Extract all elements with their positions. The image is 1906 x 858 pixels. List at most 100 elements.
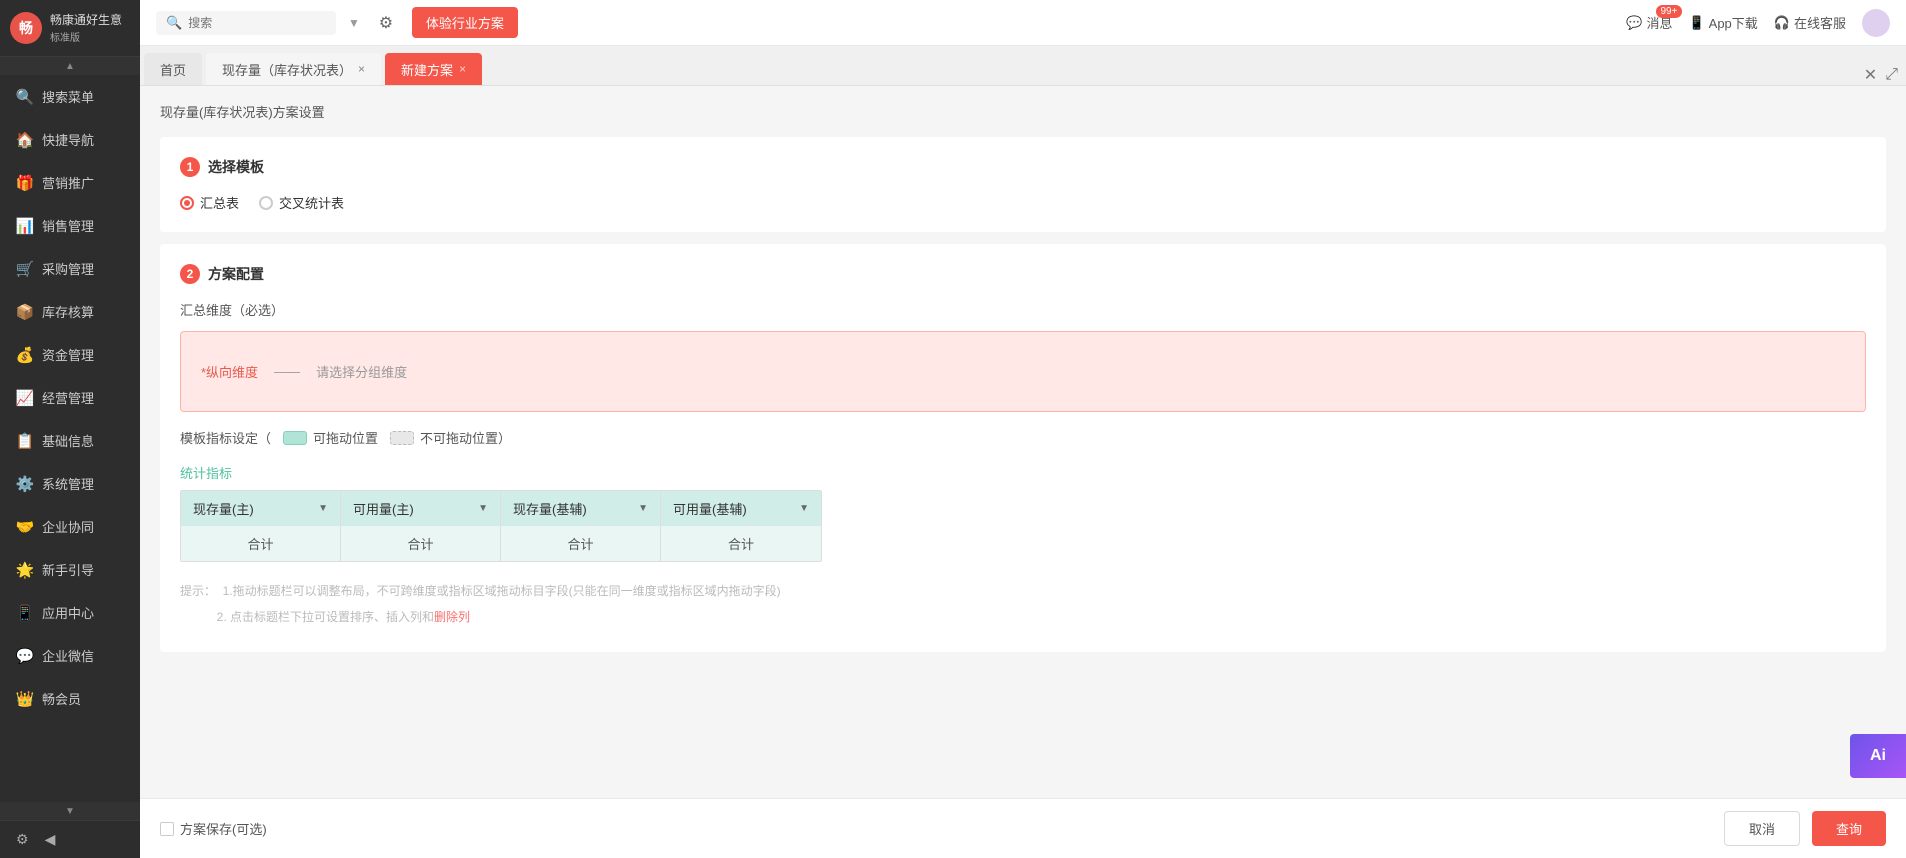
tabs-bar: 首页 现存量（库存状况表） × 新建方案 × ✕ ⤢ bbox=[140, 46, 1906, 86]
basic-info-icon: 📋 bbox=[16, 432, 34, 450]
audio-icon[interactable]: ◀ bbox=[45, 831, 56, 848]
app-download-btn[interactable]: 📱 App下载 bbox=[1688, 13, 1757, 32]
step1-num: 1 bbox=[180, 157, 200, 177]
search-input[interactable] bbox=[188, 16, 308, 30]
step2-num: 2 bbox=[180, 264, 200, 284]
sidebar-item-wechat[interactable]: 💬 企业微信 bbox=[0, 634, 140, 677]
sidebar-item-purchase[interactable]: 🛒 采购管理 bbox=[0, 247, 140, 290]
step2-title: 方案配置 bbox=[208, 264, 264, 284]
sidebar-item-inventory[interactable]: 📦 库存核算 bbox=[0, 290, 140, 333]
sidebar-item-finance[interactable]: 💰 资金管理 bbox=[0, 333, 140, 376]
dimension-required-label: *纵向维度 bbox=[201, 362, 258, 381]
sidebar-item-marketing[interactable]: 🎁 营销推广 bbox=[0, 161, 140, 204]
dimension-dash: —— bbox=[274, 364, 300, 379]
footer-buttons: 取消 查询 bbox=[1724, 811, 1886, 846]
non-draggable-box bbox=[390, 431, 414, 445]
logo-icon: 畅 bbox=[10, 12, 42, 44]
notification-btn[interactable]: 💬 消息 99+ bbox=[1626, 13, 1672, 32]
radio-summary[interactable]: 汇总表 bbox=[180, 193, 239, 212]
radio-cross[interactable]: 交叉统计表 bbox=[259, 193, 344, 212]
stats-data-col2: 合计 bbox=[341, 526, 501, 561]
col3-chevron[interactable]: ▼ bbox=[638, 503, 648, 514]
sidebar-item-system[interactable]: ⚙️ 系统管理 bbox=[0, 462, 140, 505]
tab-close-icon[interactable]: ✕ bbox=[1864, 65, 1877, 85]
dropdown-icon[interactable]: ▼ bbox=[348, 16, 360, 30]
search-menu-icon: 🔍 bbox=[16, 88, 34, 106]
headphone-icon: 🎧 bbox=[1774, 15, 1790, 31]
ai-fab-button[interactable]: Ai bbox=[1850, 734, 1906, 778]
tip-item-1: 提示： 1.拖动标题栏可以调整布局，不可跨维度或指标区域拖动标目字段(只能在同一… bbox=[180, 581, 1866, 603]
radio-label-cross: 交叉统计表 bbox=[279, 193, 344, 212]
vip-icon: 👑 bbox=[16, 690, 34, 708]
app-download-label: App下载 bbox=[1709, 13, 1758, 32]
sidebar-item-cooperation[interactable]: 🤝 企业协同 bbox=[0, 505, 140, 548]
cooperation-icon: 🤝 bbox=[16, 518, 34, 536]
sidebar-item-label: 新手引导 bbox=[42, 560, 94, 579]
col2-chevron[interactable]: ▼ bbox=[478, 503, 488, 514]
customer-service-btn[interactable]: 🎧 在线客服 bbox=[1774, 13, 1846, 32]
col1-label: 现存量(主) bbox=[193, 499, 254, 518]
col1-chevron[interactable]: ▼ bbox=[318, 503, 328, 514]
purchase-icon: 🛒 bbox=[16, 260, 34, 278]
sidebar-item-vip[interactable]: 👑 畅会员 bbox=[0, 677, 140, 720]
notification-badge: 99+ bbox=[1656, 5, 1683, 18]
tab-label: 新建方案 bbox=[401, 60, 453, 79]
step2-card: 2 方案配置 汇总维度（必选） *纵向维度 —— 请选择分组维度 模板指标设定（… bbox=[160, 244, 1886, 652]
search-icon: 🔍 bbox=[166, 15, 182, 31]
stats-header-col1[interactable]: 现存量(主) ▼ bbox=[181, 491, 341, 526]
col4-chevron[interactable]: ▼ bbox=[799, 503, 809, 514]
notification-icon: 💬 bbox=[1626, 15, 1642, 31]
stats-table: 现存量(主) ▼ 可用量(主) ▼ 现存量(基辅) ▼ 可用量(基辅) bbox=[180, 490, 822, 562]
tab-close-inventory[interactable]: × bbox=[358, 62, 365, 76]
sidebar-scroll-up[interactable]: ▲ bbox=[0, 57, 140, 75]
sidebar-item-sales[interactable]: 📊 销售管理 bbox=[0, 204, 140, 247]
stats-header-col3[interactable]: 现存量(基辅) ▼ bbox=[501, 491, 661, 526]
col2-label: 可用量(主) bbox=[353, 499, 414, 518]
cancel-button[interactable]: 取消 bbox=[1724, 811, 1800, 846]
avatar[interactable] bbox=[1862, 9, 1890, 37]
stats-data-col4: 合计 bbox=[661, 526, 821, 561]
sidebar-item-app-center[interactable]: 📱 应用中心 bbox=[0, 591, 140, 634]
quick-nav-icon: 🏠 bbox=[16, 131, 34, 149]
settings-icon[interactable]: ⚙ bbox=[16, 831, 29, 848]
stats-header-col2[interactable]: 可用量(主) ▼ bbox=[341, 491, 501, 526]
app-download-icon: 📱 bbox=[1688, 15, 1704, 31]
sidebar-item-basic-info[interactable]: 📋 基础信息 bbox=[0, 419, 140, 462]
sidebar-item-newcomer[interactable]: 🌟 新手引导 bbox=[0, 548, 140, 591]
step2-header: 2 方案配置 bbox=[180, 264, 1866, 284]
dimension-box[interactable]: *纵向维度 —— 请选择分组维度 bbox=[180, 331, 1866, 412]
sidebar-item-label: 系统管理 bbox=[42, 474, 94, 493]
sidebar-logo: 畅 畅康通好生意 标准版 bbox=[0, 0, 140, 57]
inventory-icon: 📦 bbox=[16, 303, 34, 321]
stats-header-col4[interactable]: 可用量(基辅) ▼ bbox=[661, 491, 821, 526]
draggable-indicator: 可拖动位置 bbox=[283, 428, 378, 447]
tab-home[interactable]: 首页 bbox=[144, 53, 202, 85]
sidebar-scroll-down[interactable]: ▼ bbox=[0, 802, 140, 820]
gear-icon[interactable]: ⚙ bbox=[372, 9, 400, 37]
tab-expand-icon[interactable]: ⤢ bbox=[1885, 66, 1898, 84]
newcomer-icon: 🌟 bbox=[16, 561, 34, 579]
step1-header: 1 选择模板 bbox=[180, 157, 1866, 177]
stats-data-col3: 合计 bbox=[501, 526, 661, 561]
sidebar-item-operation[interactable]: 📈 经营管理 bbox=[0, 376, 140, 419]
marketing-icon: 🎁 bbox=[16, 174, 34, 192]
tab-new-plan[interactable]: 新建方案 × bbox=[385, 53, 482, 85]
content-area: 现存量(库存状况表)方案设置 1 选择模板 汇总表 交叉统计表 2 bbox=[140, 86, 1906, 798]
sidebar-item-quick-nav[interactable]: 🏠 快捷导航 bbox=[0, 118, 140, 161]
step1-title: 选择模板 bbox=[208, 157, 264, 177]
search-box[interactable]: 🔍 bbox=[156, 11, 336, 35]
industry-btn[interactable]: 体验行业方案 bbox=[412, 7, 518, 38]
query-button[interactable]: 查询 bbox=[1812, 811, 1886, 846]
tab-close-new-plan[interactable]: × bbox=[459, 62, 466, 76]
save-checkbox[interactable] bbox=[160, 822, 174, 836]
sidebar-nav: 🔍 搜索菜单 🏠 快捷导航 🎁 营销推广 📊 销售管理 🛒 采购管理 📦 库存核… bbox=[0, 75, 140, 802]
save-option[interactable]: 方案保存(可选) bbox=[160, 819, 267, 838]
topbar-right: 💬 消息 99+ 📱 App下载 🎧 在线客服 bbox=[1626, 9, 1890, 37]
sidebar-item-search-menu[interactable]: 🔍 搜索菜单 bbox=[0, 75, 140, 118]
logo-name: 畅康通好生意 bbox=[50, 12, 122, 29]
sidebar-item-label: 销售管理 bbox=[42, 216, 94, 235]
tab-label: 首页 bbox=[160, 60, 186, 79]
draggable-label: 可拖动位置 bbox=[313, 428, 378, 447]
stats-header-row: 现存量(主) ▼ 可用量(主) ▼ 现存量(基辅) ▼ 可用量(基辅) bbox=[181, 491, 821, 526]
tab-inventory-status[interactable]: 现存量（库存状况表） × bbox=[206, 53, 381, 85]
